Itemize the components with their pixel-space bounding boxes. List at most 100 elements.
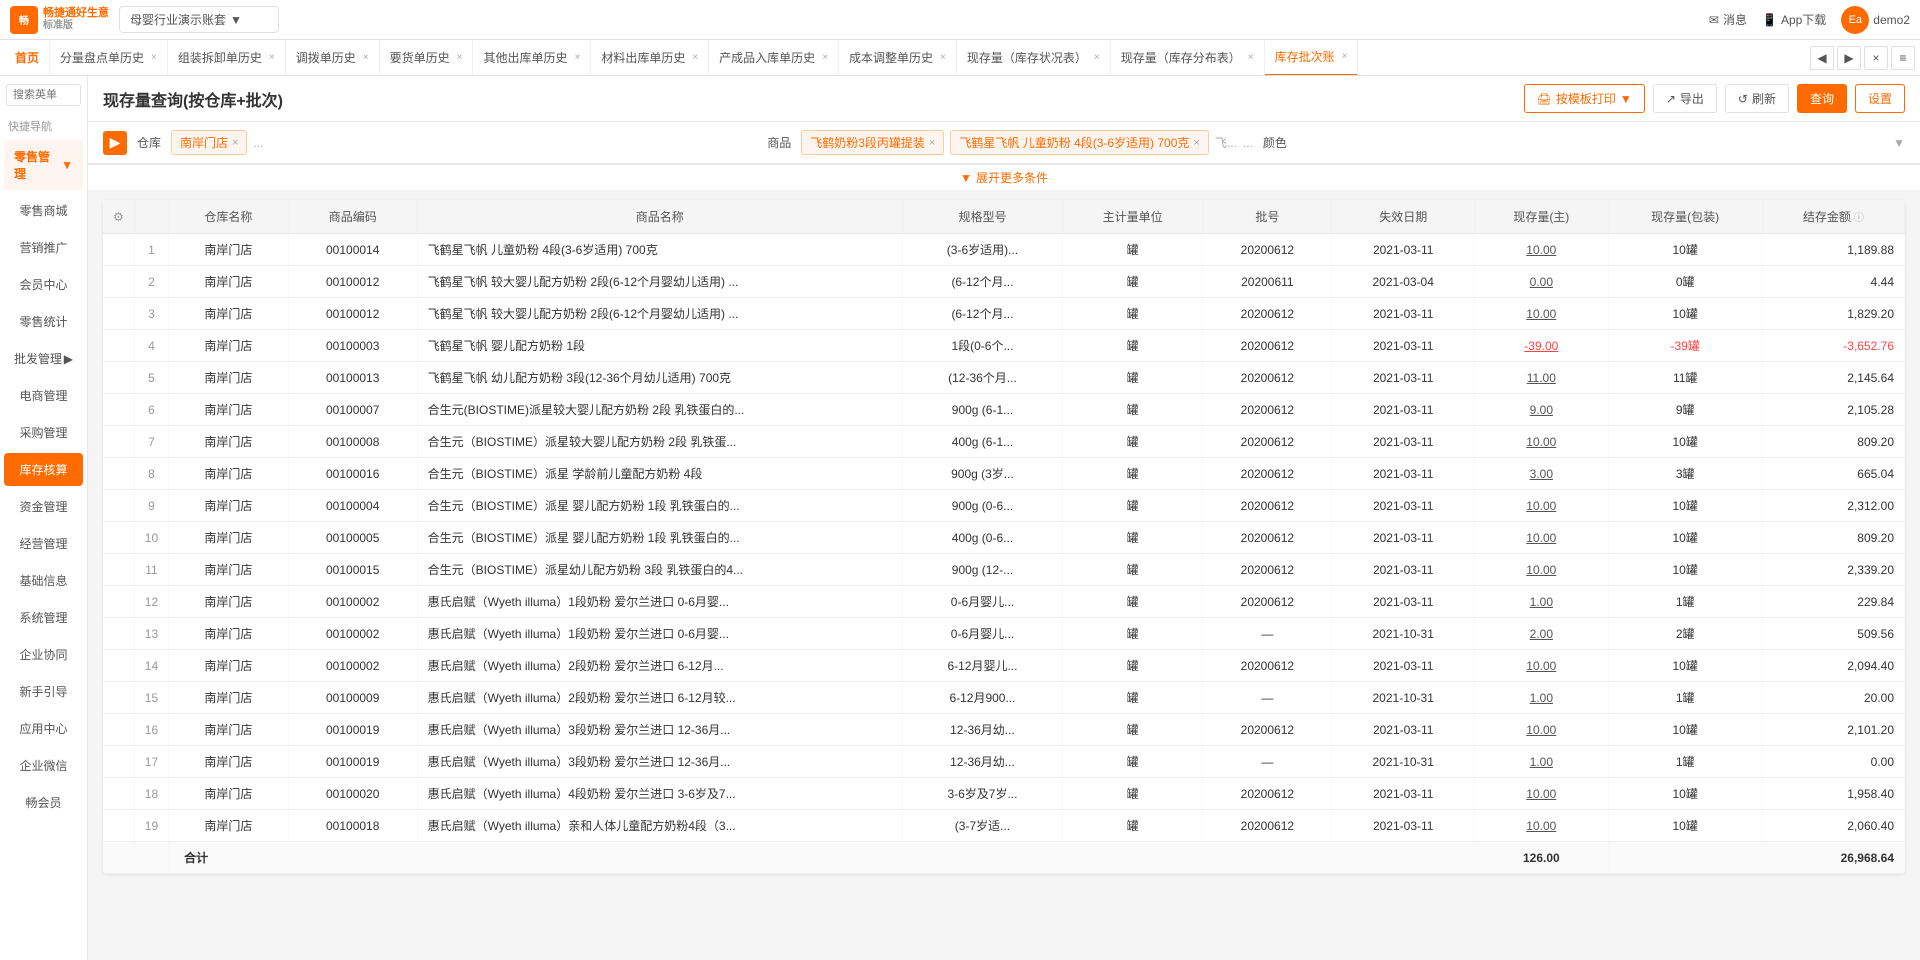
sidebar-item-guide[interactable]: 新手引导 [4, 675, 83, 708]
close-icon[interactable]: × [269, 52, 275, 63]
col-settings[interactable]: ⚙ [103, 200, 134, 234]
sidebar-item-appstore[interactable]: 应用中心 [4, 712, 83, 745]
sidebar-item-member[interactable]: 会员中心 [4, 268, 83, 301]
tab-xiancunliang-kcfb[interactable]: 现存量（库存分布表） × [1111, 40, 1265, 76]
sidebar-item-enterprise[interactable]: 企业协同 [4, 638, 83, 671]
settings-icon[interactable]: ⚙ [113, 210, 124, 224]
industry-selector[interactable]: 母婴行业演示账套 ▼ [119, 6, 279, 33]
nav-menu-btn[interactable]: ≡ [1891, 46, 1915, 70]
cell-qty-main[interactable]: 9.00 [1475, 394, 1608, 426]
cell-qty-main[interactable]: 10.00 [1475, 714, 1608, 746]
sidebar-item-wholesale[interactable]: 批发管理 ▶ [4, 342, 83, 375]
close-icon[interactable]: × [457, 52, 463, 63]
cell-qty-main[interactable]: -39.00 [1475, 330, 1608, 362]
cell-qty-main[interactable]: 10.00 [1475, 778, 1608, 810]
content-area: 现存量查询(按仓库+批次) 🖨 按模板打印 ▼ ↗ 导出 ↺ 刷新 查询 [88, 76, 1920, 960]
user-area[interactable]: Ea demo2 [1841, 6, 1910, 34]
remove-product-2-icon[interactable]: × [1193, 137, 1199, 149]
sidebar-item-inventory[interactable]: 库存核算 [4, 453, 83, 486]
close-icon[interactable]: × [1248, 52, 1254, 63]
filter-expand-btn[interactable]: ▶ [103, 131, 127, 155]
tab-chengbendiaoz[interactable]: 成本调整单历史 × [839, 40, 957, 76]
sidebar-item-finance[interactable]: 资金管理 [4, 490, 83, 523]
product-tag-2[interactable]: 飞鹤星飞帆 儿童奶粉 4段(3-6岁适用) 700克 × [950, 130, 1208, 155]
cell-qty-main[interactable]: 10.00 [1475, 426, 1608, 458]
tab-chengpin[interactable]: 产成品入库单历史 × [709, 40, 839, 76]
close-icon[interactable]: × [822, 52, 828, 63]
tab-home[interactable]: 首页 [5, 40, 50, 76]
cell-batch: 20200611 [1203, 266, 1332, 298]
product-ellipsis[interactable]: ... [1243, 136, 1253, 150]
nav-next-btn[interactable]: ▶ [1837, 46, 1861, 70]
cell-spec: 6-12月婴儿... [902, 650, 1062, 682]
cell-qty-main[interactable]: 0.00 [1475, 266, 1608, 298]
cell-qty-main[interactable]: 10.00 [1475, 490, 1608, 522]
cell-qty-main[interactable]: 10.00 [1475, 234, 1608, 266]
filter-dropdown-icon[interactable]: ▼ [1893, 136, 1905, 150]
product-more-btn[interactable]: 飞... [1215, 134, 1237, 151]
sidebar-item-retail-shop[interactable]: 零售商城 [4, 194, 83, 227]
cell-qty-main[interactable]: 2.00 [1475, 618, 1608, 650]
search-input[interactable] [6, 84, 81, 106]
close-icon[interactable]: × [940, 52, 946, 63]
tab-xiancunliang-kczt[interactable]: 现存量（库存状况表） × [957, 40, 1111, 76]
close-icon[interactable]: × [1094, 52, 1100, 63]
close-icon[interactable]: × [363, 52, 369, 63]
tab-fenliangpandian[interactable]: 分量盘点单历史 × [50, 40, 168, 76]
sidebar-item-changhui[interactable]: 畅会员 [4, 786, 83, 819]
sidebar-item-operations[interactable]: 经营管理 [4, 527, 83, 560]
expand-more-btn[interactable]: ▼ 展开更多条件 [88, 164, 1920, 190]
sidebar-item-marketing[interactable]: 营销推广 [4, 231, 83, 264]
refresh-btn[interactable]: ↺ 刷新 [1725, 84, 1789, 113]
cell-balance: 809.20 [1762, 522, 1904, 554]
col-balance: 结存金额 ⓘ [1762, 200, 1904, 234]
nav-close-btn[interactable]: × [1864, 46, 1888, 70]
query-btn[interactable]: 查询 [1797, 84, 1847, 113]
tab-diaob[interactable]: 调拨单历史 × [286, 40, 380, 76]
warehouse-more-btn[interactable]: ... [253, 136, 263, 150]
remove-warehouse-icon[interactable]: × [232, 137, 238, 149]
settings-btn[interactable]: 设置 [1855, 84, 1905, 113]
sidebar-item-purchase[interactable]: 采购管理 [4, 416, 83, 449]
sidebar-item-ecommerce[interactable]: 电商管理 [4, 379, 83, 412]
cell-qty-main[interactable]: 1.00 [1475, 586, 1608, 618]
sidebar-item-retail-stats[interactable]: 零售统计 [4, 305, 83, 338]
tab-qita[interactable]: 其他出库单历史 × [473, 40, 591, 76]
close-icon[interactable]: × [151, 52, 157, 63]
cell-qty-main[interactable]: 10.00 [1475, 522, 1608, 554]
print-btn[interactable]: 🖨 按模板打印 ▼ [1524, 84, 1645, 113]
cell-seq: 8 [134, 458, 168, 490]
cell-qty-main[interactable]: 1.00 [1475, 682, 1608, 714]
sidebar-item-system[interactable]: 系统管理 [4, 601, 83, 634]
nav-prev-btn[interactable]: ◀ [1810, 46, 1834, 70]
color-filter-label: 颜色 [1263, 134, 1287, 151]
tab-cailiao[interactable]: 材料出库单历史 × [591, 40, 709, 76]
sidebar-item-retail-mgmt[interactable]: 零售管理 ▼ [4, 140, 83, 190]
cell-qty-main[interactable]: 1.00 [1475, 746, 1608, 778]
tab-kucunpici[interactable]: 库存批次账 × [1265, 40, 1359, 76]
app-download-btn[interactable]: 📱 App下载 [1762, 11, 1826, 28]
cell-qty-main[interactable]: 10.00 [1475, 554, 1608, 586]
tab-yaohuo[interactable]: 要货单历史 × [380, 40, 474, 76]
export-btn[interactable]: ↗ 导出 [1653, 84, 1717, 113]
close-icon[interactable]: × [692, 52, 698, 63]
close-icon[interactable]: × [574, 52, 580, 63]
product-tag-1[interactable]: 飞鹤奶粉3段丙罐提装 × [801, 130, 944, 155]
cell-qty-pack: 10罐 [1608, 234, 1762, 266]
remove-product-1-icon[interactable]: × [929, 137, 935, 149]
sidebar-item-wxwork[interactable]: 企业微信 [4, 749, 83, 782]
warehouse-tag[interactable]: 南岸门店 × [171, 130, 247, 155]
cell-qty-main[interactable]: 11.00 [1475, 362, 1608, 394]
close-icon[interactable]: × [1342, 51, 1348, 62]
sidebar-item-basic-info[interactable]: 基础信息 [4, 564, 83, 597]
cell-qty-main[interactable]: 10.00 [1475, 650, 1608, 682]
cell-balance: 1,189.88 [1762, 234, 1904, 266]
cell-qty-main[interactable]: 10.00 [1475, 810, 1608, 842]
message-btn[interactable]: ✉ 消息 [1709, 11, 1747, 28]
cell-seq: 12 [134, 586, 168, 618]
tab-zuzhuang[interactable]: 组装拆卸单历史 × [168, 40, 286, 76]
cell-qty-main[interactable]: 10.00 [1475, 298, 1608, 330]
cell-name: 惠氏启赋（Wyeth illuma）4段奶粉 爱尔兰进口 3-6岁及7... [417, 778, 902, 810]
col-name: 商品名称 [417, 200, 902, 234]
cell-qty-main[interactable]: 3.00 [1475, 458, 1608, 490]
